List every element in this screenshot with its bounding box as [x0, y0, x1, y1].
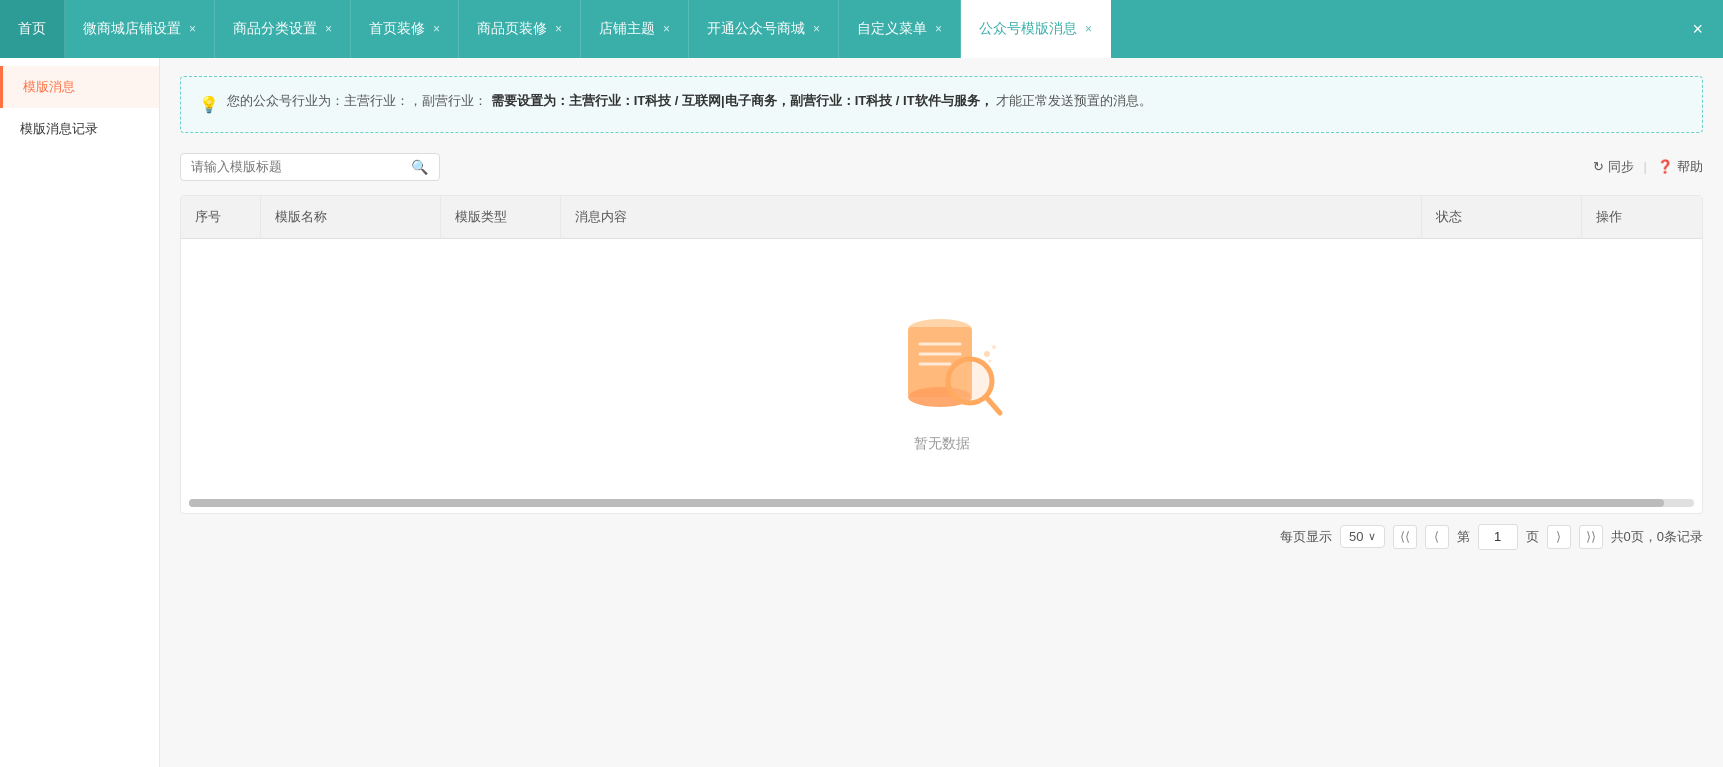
scrollbar-track[interactable]	[189, 499, 1694, 507]
scrollbar-thumb[interactable]	[189, 499, 1664, 507]
nav-tab-8-label: 公众号模版消息	[979, 20, 1077, 38]
nav-tab-1-label: 微商城店铺设置	[83, 20, 181, 38]
nav-tab-2[interactable]: 商品分类设置 ×	[215, 0, 351, 58]
content-area: 💡 您的公众号行业为：主营行业：，副营行业： 需要设置为：主营行业：IT科技 /…	[160, 58, 1723, 767]
sidebar-item-template-message-label: 模版消息	[23, 79, 75, 94]
search-icon[interactable]: 🔍	[411, 159, 428, 175]
empty-state: 暂无数据	[181, 239, 1702, 493]
refresh-icon: ↻	[1593, 159, 1604, 174]
horizontal-scrollbar[interactable]	[181, 493, 1702, 513]
sync-button[interactable]: ↻ 同步	[1593, 158, 1634, 176]
svg-line-7	[986, 397, 1000, 413]
page-total: 共0页，0条记录	[1611, 528, 1703, 546]
close-icon[interactable]: ×	[433, 22, 440, 36]
close-icon[interactable]: ×	[935, 22, 942, 36]
close-all-button[interactable]: ×	[1672, 0, 1723, 58]
svg-point-9	[992, 345, 996, 349]
prev-page-button[interactable]: ⟨	[1425, 525, 1449, 549]
sidebar-item-template-message-record[interactable]: 模版消息记录	[0, 108, 159, 150]
divider: |	[1644, 159, 1647, 174]
sync-label: 同步	[1608, 158, 1634, 176]
page-unit: 页	[1526, 528, 1539, 546]
svg-point-10	[988, 359, 991, 362]
empty-text: 暂无数据	[914, 435, 970, 453]
last-page-button[interactable]: ⟩⟩	[1579, 525, 1603, 549]
notice-text: 您的公众号行业为：主营行业：，副营行业： 需要设置为：主营行业：IT科技 / 互…	[227, 91, 1152, 112]
first-page-button[interactable]: ⟨⟨	[1393, 525, 1417, 549]
per-page-value: 50	[1349, 529, 1363, 544]
help-label: 帮助	[1677, 158, 1703, 176]
nav-tab-7[interactable]: 自定义菜单 ×	[839, 0, 961, 58]
col-header-0: 序号	[181, 196, 261, 238]
notice-box: 💡 您的公众号行业为：主营行业：，副营行业： 需要设置为：主营行业：IT科技 /…	[180, 76, 1703, 133]
nav-tab-home[interactable]: 首页	[0, 0, 65, 58]
col-header-2: 模版类型	[441, 196, 561, 238]
nav-tab-6-label: 开通公众号商城	[707, 20, 805, 38]
main-layout: 模版消息 模版消息记录 💡 您的公众号行业为：主营行业：，副营行业： 需要设置为…	[0, 58, 1723, 767]
nav-tab-4-label: 商品页装修	[477, 20, 547, 38]
nav-tab-home-label: 首页	[18, 20, 46, 38]
svg-point-8	[984, 351, 990, 357]
nav-tab-4[interactable]: 商品页装修 ×	[459, 0, 581, 58]
per-page-label: 每页显示	[1280, 528, 1332, 546]
help-icon: ❓	[1657, 159, 1673, 174]
nav-tab-1[interactable]: 微商城店铺设置 ×	[65, 0, 215, 58]
nav-tab-3[interactable]: 首页装修 ×	[351, 0, 459, 58]
nav-tab-7-label: 自定义菜单	[857, 20, 927, 38]
nav-tab-5-label: 店铺主题	[599, 20, 655, 38]
close-icon[interactable]: ×	[555, 22, 562, 36]
close-icon[interactable]: ×	[813, 22, 820, 36]
empty-illustration	[882, 299, 1002, 419]
chevron-down-icon: ∨	[1368, 530, 1376, 543]
sidebar: 模版消息 模版消息记录	[0, 58, 160, 767]
nav-tab-3-label: 首页装修	[369, 20, 425, 38]
page-number-input[interactable]	[1478, 524, 1518, 550]
close-icon[interactable]: ×	[1085, 22, 1092, 36]
close-icon[interactable]: ×	[663, 22, 670, 36]
per-page-select[interactable]: 50 ∨	[1340, 525, 1384, 548]
toolbar-right: ↻ 同步 | ❓ 帮助	[1593, 158, 1703, 176]
nav-tab-6[interactable]: 开通公众号商城 ×	[689, 0, 839, 58]
notice-suffix: 才能正常发送预置的消息。	[996, 93, 1152, 108]
col-header-4: 状态	[1422, 196, 1582, 238]
toolbar: 🔍 ↻ 同步 | ❓ 帮助	[180, 153, 1703, 181]
sidebar-item-template-message-record-label: 模版消息记录	[20, 121, 98, 136]
notice-highlight: 需要设置为：主营行业：IT科技 / 互联网|电子商务，副营行业：IT科技 / I…	[491, 93, 993, 108]
next-page-button[interactable]: ⟩	[1547, 525, 1571, 549]
data-table: 序号 模版名称 模版类型 消息内容 状态 操作	[180, 195, 1703, 514]
nav-tab-8-active[interactable]: 公众号模版消息 ×	[961, 0, 1111, 58]
col-header-3: 消息内容	[561, 196, 1422, 238]
table-header: 序号 模版名称 模版类型 消息内容 状态 操作	[181, 196, 1702, 239]
pagination: 每页显示 50 ∨ ⟨⟨ ⟨ 第 页 ⟩ ⟩⟩ 共0页，0条记录	[180, 514, 1703, 554]
search-box[interactable]: 🔍	[180, 153, 440, 181]
close-icon[interactable]: ×	[325, 22, 332, 36]
nav-tab-2-label: 商品分类设置	[233, 20, 317, 38]
col-header-1: 模版名称	[261, 196, 441, 238]
help-button[interactable]: ❓ 帮助	[1657, 158, 1703, 176]
page-label: 第	[1457, 528, 1470, 546]
empty-svg	[882, 299, 1012, 429]
notice-prefix: 您的公众号行业为：主营行业：，副营行业：	[227, 93, 487, 108]
sidebar-item-template-message[interactable]: 模版消息	[0, 66, 159, 108]
close-all-icon: ×	[1692, 19, 1703, 40]
search-input[interactable]	[191, 159, 411, 174]
top-nav: 首页 微商城店铺设置 × 商品分类设置 × 首页装修 × 商品页装修 × 店铺主…	[0, 0, 1723, 58]
nav-tab-5[interactable]: 店铺主题 ×	[581, 0, 689, 58]
col-header-5: 操作	[1582, 196, 1702, 238]
close-icon[interactable]: ×	[189, 22, 196, 36]
bulb-icon: 💡	[199, 92, 219, 118]
